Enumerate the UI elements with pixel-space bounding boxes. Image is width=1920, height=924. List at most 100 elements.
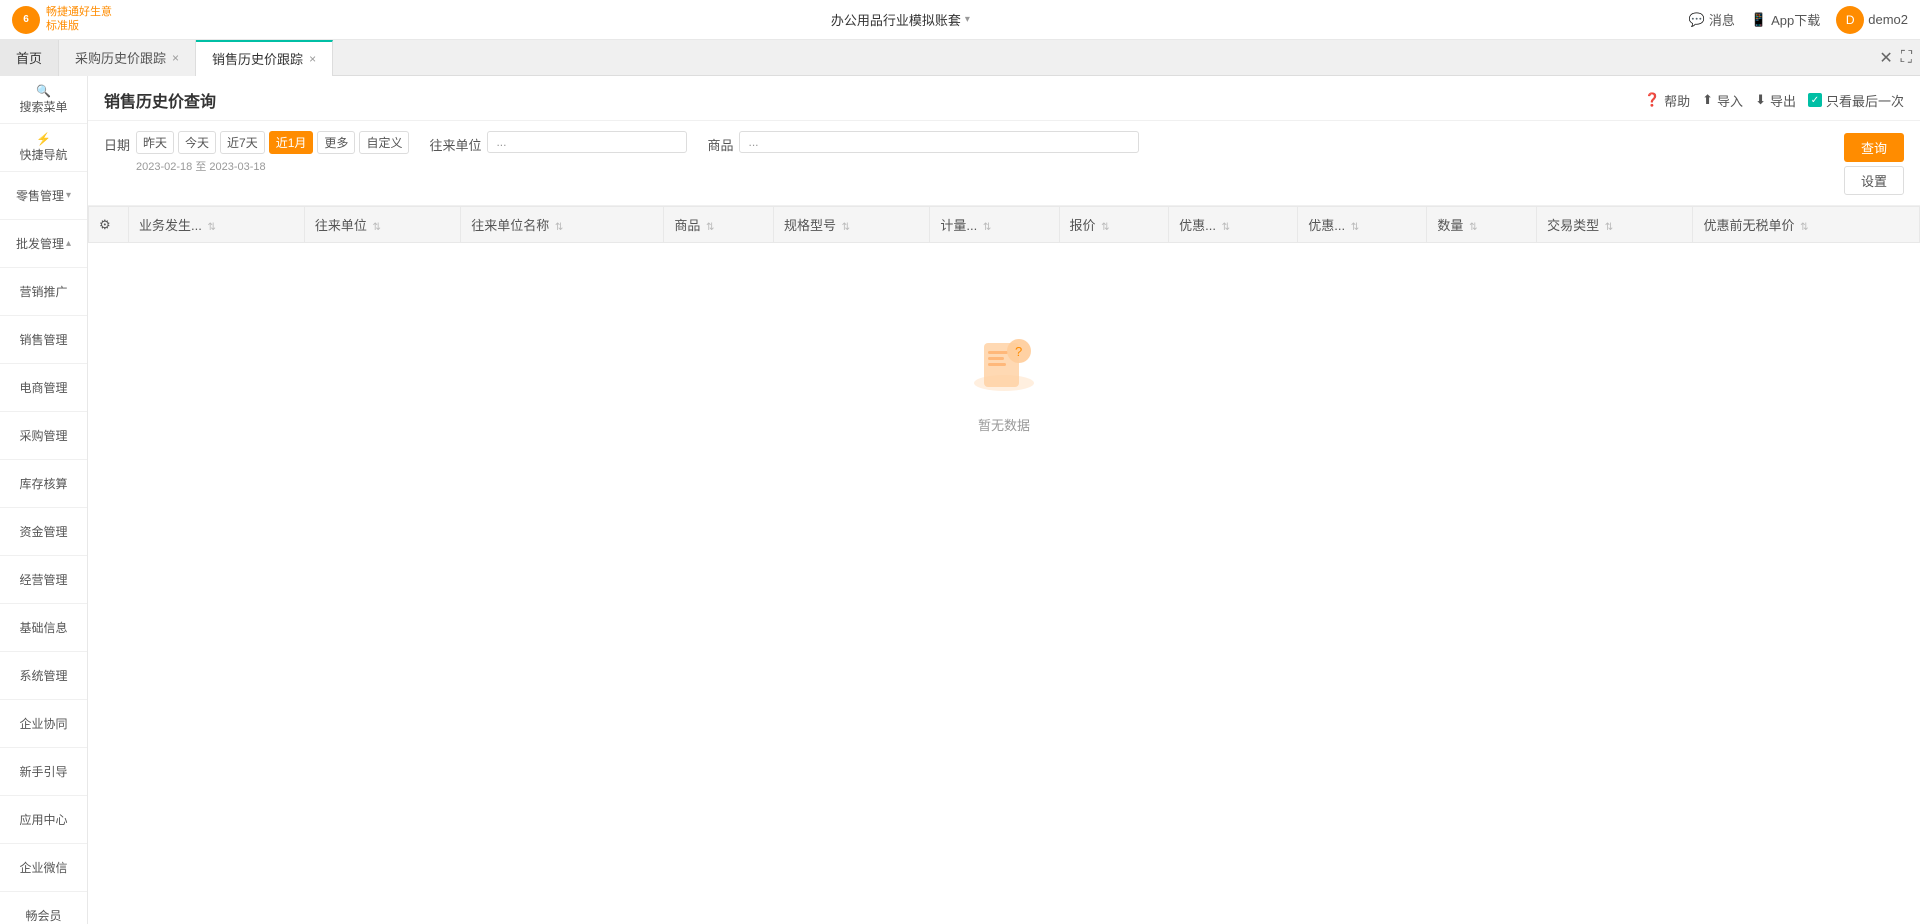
date-btn-yesterday[interactable]: 昨天	[136, 131, 174, 154]
logo-area: 6 畅捷通好生意 标准版	[12, 6, 112, 34]
tab-home[interactable]: 首页	[0, 40, 59, 76]
product-input[interactable]: ...	[739, 131, 1139, 153]
message-button[interactable]: 💬 消息	[1689, 10, 1735, 29]
top-bar-center: 办公用品行业模拟账套 ▾	[831, 10, 970, 29]
counterpart-filter-group: 往来单位 ...	[429, 131, 687, 154]
th-counterpart-name[interactable]: 往来单位名称 ⇅	[461, 207, 664, 243]
sidebar-item-sales-mgmt[interactable]: 销售管理	[0, 316, 87, 364]
sidebar-item-marketing[interactable]: 营销推广	[0, 268, 87, 316]
top-bar-right: 💬 消息 📱 App下载 D demo2	[1689, 6, 1908, 34]
sort-icon: ⇅	[1222, 222, 1230, 233]
chevron-down-icon: ▾	[66, 190, 71, 201]
page-container: 销售历史价查询 ❓ 帮助 ⬆ 导入 ⬇ 导出 ✓	[88, 76, 1920, 924]
empty-icon: ?	[964, 323, 1044, 403]
sidebar-item-wholesale[interactable]: 批发管理 ▴	[0, 220, 87, 268]
sidebar-item-inventory[interactable]: 库存核算	[0, 460, 87, 508]
export-button[interactable]: ⬇ 导出	[1755, 91, 1796, 110]
tab-controls: ✕ ⛶	[1871, 48, 1920, 68]
th-counterpart-code[interactable]: 往来单位 ⇅	[304, 207, 460, 243]
import-button[interactable]: ⬆ 导入	[1702, 91, 1743, 110]
help-button[interactable]: ❓ 帮助	[1644, 91, 1690, 110]
table-container: ⚙ 业务发生... ⇅ 往来单位 ⇅ 往来单位名称	[88, 206, 1920, 514]
sidebar-item-guide[interactable]: 新手引导	[0, 748, 87, 796]
sidebar-item-retail[interactable]: 零售管理 ▾	[0, 172, 87, 220]
logo-icon: 6	[12, 6, 40, 34]
product-placeholder: ...	[748, 135, 758, 149]
date-btn-last7[interactable]: 近7天	[220, 131, 265, 154]
sidebar-item-enterprise[interactable]: 企业协同	[0, 700, 87, 748]
sidebar: 🔍 搜索菜单 ⚡ 快捷导航 零售管理 ▾ 批发管理 ▴ 营销推广 销售管理 电商…	[0, 76, 88, 924]
sort-icon: ⇅	[1469, 222, 1477, 233]
checkbox-checked-icon: ✓	[1808, 93, 1822, 107]
user-menu[interactable]: D demo2	[1836, 6, 1908, 34]
sort-icon: ⇅	[555, 222, 563, 233]
phone-icon: 📱	[1751, 12, 1767, 28]
tab-sales[interactable]: 销售历史价跟踪 ×	[196, 40, 333, 76]
sort-icon: ⇅	[706, 222, 714, 233]
sidebar-item-basic-info[interactable]: 基础信息	[0, 604, 87, 652]
counterpart-placeholder: ...	[496, 135, 506, 149]
sidebar-item-membership[interactable]: 畅会员	[0, 892, 87, 924]
maximize-button[interactable]: ⛶	[1901, 49, 1912, 67]
sidebar-item-operations[interactable]: 经营管理	[0, 556, 87, 604]
th-biz-date[interactable]: 业务发生... ⇅	[129, 207, 305, 243]
sidebar-item-search[interactable]: 🔍 搜索菜单	[0, 76, 87, 124]
query-button[interactable]: 查询	[1844, 133, 1904, 162]
sort-icon: ⇅	[1800, 222, 1808, 233]
page-title: 销售历史价查询	[104, 88, 216, 112]
date-label: 日期	[104, 131, 130, 154]
sidebar-item-shortcuts[interactable]: ⚡ 快捷导航	[0, 124, 87, 172]
date-filter-group: 日期 昨天 今天 近7天 近1月 更多 自定义 2023-02-18 至 202…	[104, 131, 409, 174]
dropdown-arrow-icon: ▾	[965, 14, 970, 25]
th-unit[interactable]: 计量... ⇅	[930, 207, 1059, 243]
data-table: ⚙ 业务发生... ⇅ 往来单位 ⇅ 往来单位名称	[88, 206, 1920, 243]
counterpart-label: 往来单位	[429, 131, 481, 154]
top-bar: 6 畅捷通好生意 标准版 办公用品行业模拟账套 ▾ 💬 消息 📱 App下载 D…	[0, 0, 1920, 40]
product-label: 商品	[707, 131, 733, 154]
th-pretax-price[interactable]: 优惠前无税单价 ⇅	[1693, 207, 1920, 243]
product-filter-group: 商品 ...	[707, 131, 1139, 154]
close-sales-tab[interactable]: ×	[309, 52, 316, 66]
th-discount2[interactable]: 优惠... ⇅	[1298, 207, 1427, 243]
sidebar-item-finance[interactable]: 资金管理	[0, 508, 87, 556]
th-discount1[interactable]: 优惠... ⇅	[1169, 207, 1298, 243]
th-product[interactable]: 商品 ⇅	[664, 207, 774, 243]
date-range-text: 2023-02-18 至 2023-03-18	[136, 158, 409, 174]
help-icon: ❓	[1644, 92, 1660, 108]
only-last-checkbox[interactable]: ✓ 只看最后一次	[1808, 91, 1904, 110]
date-btn-last1m[interactable]: 近1月	[269, 131, 314, 154]
th-settings[interactable]: ⚙	[89, 207, 129, 243]
sidebar-item-app-center[interactable]: 应用中心	[0, 796, 87, 844]
sort-icon: ⇅	[372, 222, 380, 233]
setting-button[interactable]: 设置	[1844, 166, 1904, 195]
th-quote[interactable]: 报价 ⇅	[1059, 207, 1169, 243]
th-qty[interactable]: 数量 ⇅	[1427, 207, 1537, 243]
sidebar-item-ecommerce[interactable]: 电商管理	[0, 364, 87, 412]
import-icon: ⬆	[1702, 92, 1713, 108]
date-btn-more[interactable]: 更多	[317, 131, 355, 154]
sort-icon: ⇅	[1351, 222, 1359, 233]
close-purchase-tab[interactable]: ×	[172, 51, 179, 65]
sort-icon: ⇅	[1605, 222, 1613, 233]
table-header-row: ⚙ 业务发生... ⇅ 往来单位 ⇅ 往来单位名称	[89, 207, 1920, 243]
sidebar-item-corp-wechat[interactable]: 企业微信	[0, 844, 87, 892]
sort-icon: ⇅	[983, 222, 991, 233]
close-all-tabs-button[interactable]: ✕	[1879, 48, 1892, 68]
tab-purchase[interactable]: 采购历史价跟踪 ×	[59, 40, 196, 76]
page-actions: ❓ 帮助 ⬆ 导入 ⬇ 导出 ✓ 只看最后一次	[1644, 91, 1904, 110]
filter-row: 日期 昨天 今天 近7天 近1月 更多 自定义 2023-02-18 至 202…	[88, 121, 1920, 206]
th-spec[interactable]: 规格型号 ⇅	[774, 207, 930, 243]
counterpart-input[interactable]: ...	[487, 131, 687, 153]
date-btn-today[interactable]: 今天	[178, 131, 216, 154]
content-area: 销售历史价查询 ❓ 帮助 ⬆ 导入 ⬇ 导出 ✓	[88, 76, 1920, 924]
th-trade-type[interactable]: 交易类型 ⇅	[1537, 207, 1693, 243]
logo-text: 畅捷通好生意 标准版	[46, 6, 112, 32]
sidebar-item-system[interactable]: 系统管理	[0, 652, 87, 700]
account-selector[interactable]: 办公用品行业模拟账套 ▾	[831, 10, 970, 29]
date-buttons: 昨天 今天 近7天 近1月 更多 自定义	[136, 131, 409, 154]
date-btn-custom[interactable]: 自定义	[359, 131, 409, 154]
sidebar-item-purchase[interactable]: 采购管理	[0, 412, 87, 460]
shortcut-icon: ⚡	[36, 132, 51, 146]
sort-icon: ⇅	[842, 222, 850, 233]
app-download-button[interactable]: 📱 App下载	[1751, 10, 1820, 29]
